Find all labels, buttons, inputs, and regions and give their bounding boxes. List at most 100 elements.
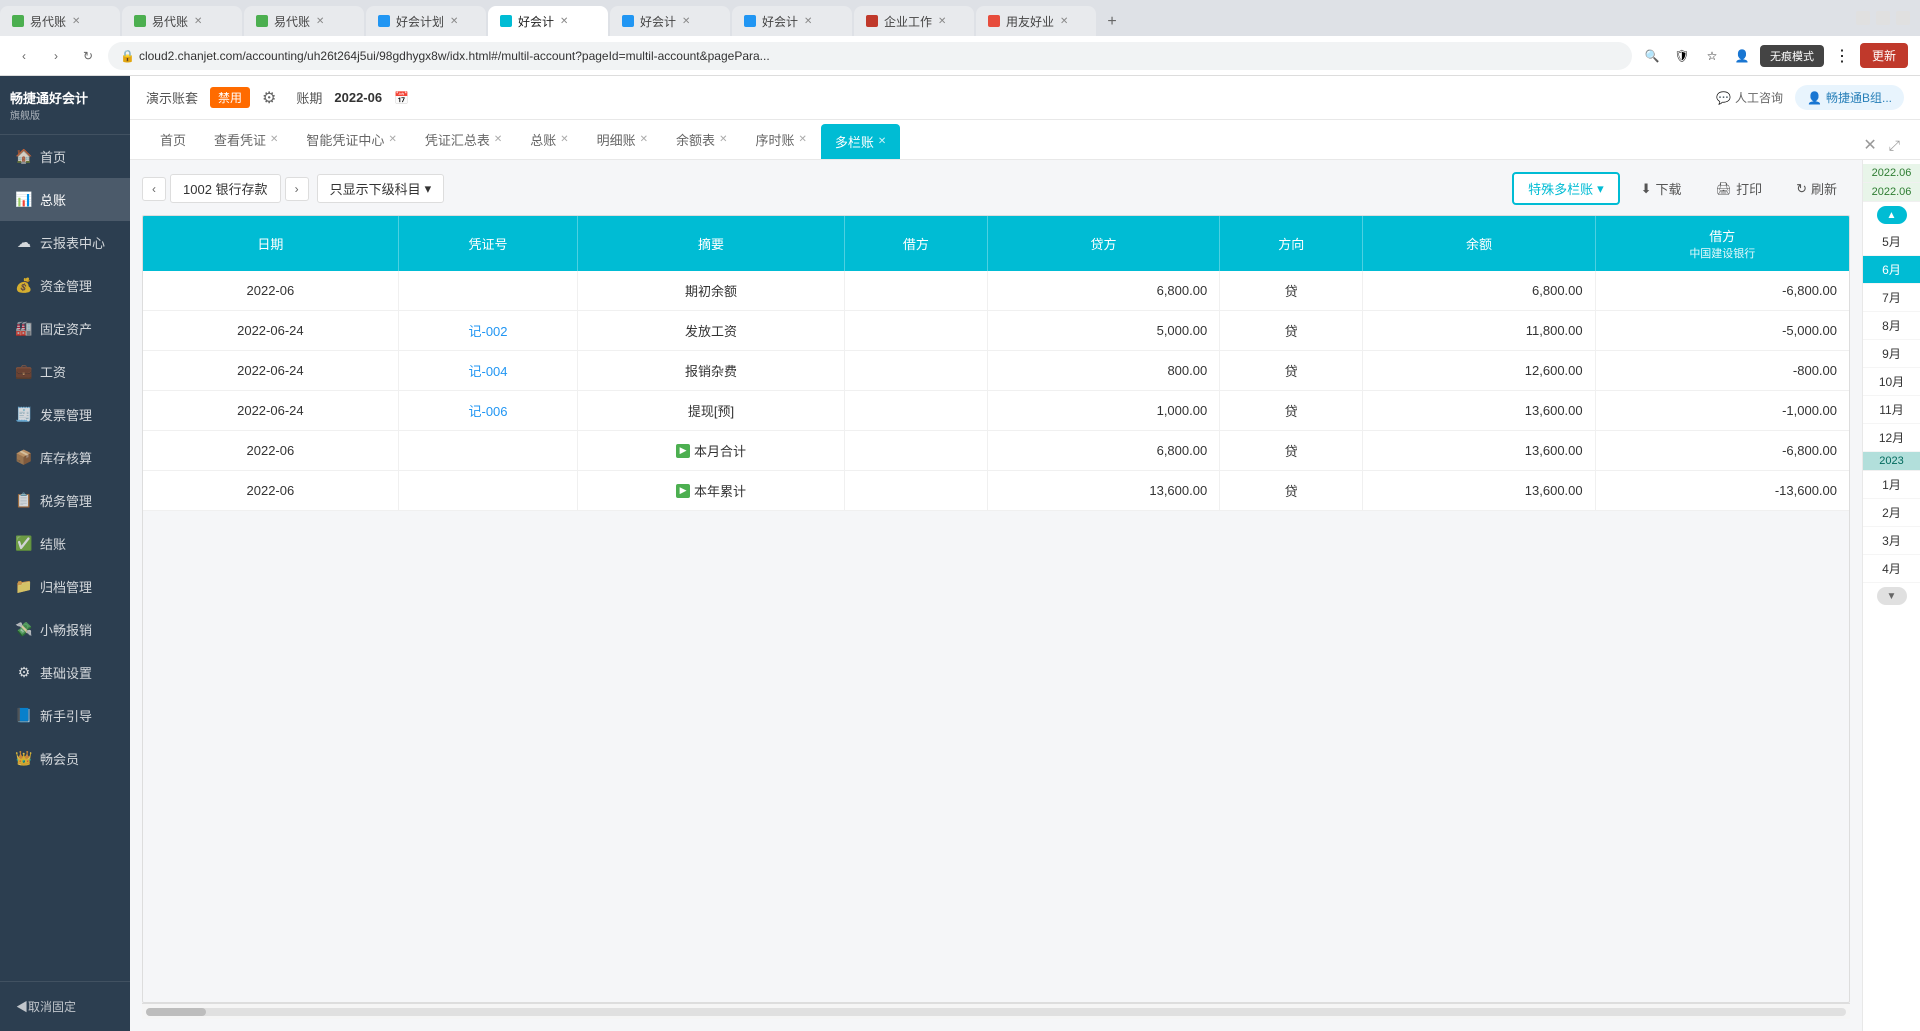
cell-balance-1: 6,800.00: [1363, 271, 1595, 311]
browser-tab-4[interactable]: 好会计划 ✕: [366, 6, 486, 36]
scroll-thumb[interactable]: [146, 1008, 206, 1016]
unpin-button[interactable]: ◀取消固定: [0, 990, 130, 1023]
sub-filter-dropdown[interactable]: 只显示下级科目 ▾: [317, 174, 445, 203]
user-badge[interactable]: 👤 畅捷通B组...: [1795, 85, 1904, 110]
tab-close-6[interactable]: ✕: [682, 16, 690, 27]
new-tab-button[interactable]: +: [1098, 8, 1126, 36]
sidebar-item-inventory[interactable]: 📦 库存核算: [0, 436, 130, 479]
date-scroll-down-button[interactable]: ▼: [1877, 587, 1907, 605]
cell-debit-2: [844, 311, 987, 351]
date-november[interactable]: 11月: [1863, 396, 1920, 424]
date-september[interactable]: 9月: [1863, 340, 1920, 368]
refresh-nav-button[interactable]: ↻: [76, 44, 100, 68]
sidebar-item-tax[interactable]: 📋 税务管理: [0, 479, 130, 522]
tab-close-1[interactable]: ✕: [72, 16, 80, 27]
update-button[interactable]: 更新: [1860, 43, 1908, 68]
maximize-button[interactable]: [1876, 11, 1890, 25]
refresh-button[interactable]: ↻ 刷新: [1783, 173, 1850, 204]
browser-tab-3[interactable]: 易代账 ✕: [244, 6, 364, 36]
date-feb[interactable]: 2月: [1863, 499, 1920, 527]
date-scroll-up-button[interactable]: ▲: [1877, 206, 1907, 224]
incognito-button[interactable]: 无痕模式: [1760, 45, 1824, 67]
forward-button[interactable]: ›: [44, 44, 68, 68]
tab-view-voucher[interactable]: 查看凭证 ✕: [200, 122, 292, 159]
tab-smart-voucher[interactable]: 智能凭证中心 ✕: [292, 122, 410, 159]
date-december[interactable]: 12月: [1863, 424, 1920, 452]
search-browser-button[interactable]: 🔍: [1640, 44, 1664, 68]
tab-view-voucher-close[interactable]: ✕: [270, 134, 278, 145]
date-july[interactable]: 7月: [1863, 284, 1920, 312]
consult-button[interactable]: 💬 人工咨询: [1716, 89, 1783, 106]
tab-collapse-button[interactable]: ✕: [1859, 131, 1880, 159]
close-button[interactable]: [1896, 11, 1910, 25]
sidebar-item-salary[interactable]: 💼 工资: [0, 350, 130, 393]
sidebar-item-archive[interactable]: 📁 归档管理: [0, 565, 130, 608]
minimize-button[interactable]: [1856, 11, 1870, 25]
sidebar-item-member[interactable]: 👑 畅会员: [0, 737, 130, 780]
horizontal-scrollbar[interactable]: [142, 1003, 1850, 1019]
sidebar-item-cloud[interactable]: ☁ 云报表中心: [0, 221, 130, 264]
tab-voucher-summary[interactable]: 凭证汇总表 ✕: [411, 122, 516, 159]
tab-multi-column[interactable]: 多栏账 ✕: [821, 124, 900, 159]
sidebar-item-expense[interactable]: 💸 小畅报销: [0, 608, 130, 651]
back-button[interactable]: ‹: [12, 44, 36, 68]
tab-close-4[interactable]: ✕: [450, 16, 458, 27]
sidebar-item-funds[interactable]: 💰 资金管理: [0, 264, 130, 307]
tab-voucher-summary-close[interactable]: ✕: [494, 134, 502, 145]
voucher-link-3[interactable]: 记-004: [468, 364, 507, 379]
date-june[interactable]: 6月: [1863, 256, 1920, 284]
tab-balance-close[interactable]: ✕: [719, 134, 727, 145]
tab-close-2[interactable]: ✕: [194, 16, 202, 27]
tab-expand-button[interactable]: ⤢: [1885, 133, 1904, 158]
browser-tab-6[interactable]: 好会计 ✕: [610, 6, 730, 36]
date-august[interactable]: 8月: [1863, 312, 1920, 340]
browser-tab-9[interactable]: 用友好业 ✕: [976, 6, 1096, 36]
sidebar-item-invoice[interactable]: 🧾 发票管理: [0, 393, 130, 436]
voucher-link-2[interactable]: 记-002: [468, 324, 507, 339]
bookmark-icon[interactable]: ☆: [1700, 44, 1724, 68]
date-apr[interactable]: 4月: [1863, 555, 1920, 583]
shield-icon[interactable]: 🛡: [1670, 44, 1694, 68]
browser-tab-2[interactable]: 易代账 ✕: [122, 6, 242, 36]
next-account-button[interactable]: ›: [285, 177, 309, 201]
browser-tab-8[interactable]: 企业工作 ✕: [854, 6, 974, 36]
browser-tab-7[interactable]: 好会计 ✕: [732, 6, 852, 36]
tab-general-ledger-close[interactable]: ✕: [560, 134, 568, 145]
tab-multi-column-close[interactable]: ✕: [878, 136, 886, 147]
settings-icon[interactable]: ⚙: [262, 88, 276, 108]
prev-account-button[interactable]: ‹: [142, 177, 166, 201]
tab-close-7[interactable]: ✕: [804, 16, 812, 27]
tab-sequence-close[interactable]: ✕: [798, 134, 806, 145]
tab-close-8[interactable]: ✕: [938, 16, 946, 27]
tab-detail-ledger[interactable]: 明细账 ✕: [583, 122, 662, 159]
tab-close-5[interactable]: ✕: [560, 16, 568, 27]
tab-home[interactable]: 首页: [146, 122, 200, 159]
browser-tab-1[interactable]: 易代账 ✕: [0, 6, 120, 36]
sidebar-item-ledger[interactable]: 📊 总账: [0, 178, 130, 221]
date-jan[interactable]: 1月: [1863, 471, 1920, 499]
sidebar-item-guide[interactable]: 📘 新手引导: [0, 694, 130, 737]
date-october[interactable]: 10月: [1863, 368, 1920, 396]
date-mar[interactable]: 3月: [1863, 527, 1920, 555]
url-bar[interactable]: 🔒 cloud2.chanjet.com/accounting/uh26t264…: [108, 42, 1632, 70]
sidebar-item-home[interactable]: 🏠 首页: [0, 135, 130, 178]
sidebar-item-close[interactable]: ✅ 结账: [0, 522, 130, 565]
sidebar-item-assets[interactable]: 🏭 固定资产: [0, 307, 130, 350]
tab-general-ledger[interactable]: 总账 ✕: [516, 122, 582, 159]
sidebar-item-settings[interactable]: ⚙ 基础设置: [0, 651, 130, 694]
date-may[interactable]: 5月: [1863, 228, 1920, 256]
tab-detail-ledger-close[interactable]: ✕: [640, 134, 648, 145]
tab-close-9[interactable]: ✕: [1060, 16, 1068, 27]
browser-tab-5[interactable]: 好会计 ✕: [488, 6, 608, 36]
browser-menu-button[interactable]: ⋮: [1830, 44, 1854, 68]
voucher-link-4[interactable]: 记-006: [468, 404, 507, 419]
profile-icon[interactable]: 👤: [1730, 44, 1754, 68]
special-multicolumn-button[interactable]: 特殊多栏账 ▾: [1512, 172, 1620, 205]
calendar-icon[interactable]: 📅: [394, 91, 409, 105]
tab-smart-voucher-close[interactable]: ✕: [388, 134, 396, 145]
tab-sequence[interactable]: 序时账 ✕: [741, 122, 820, 159]
tab-close-3[interactable]: ✕: [316, 16, 324, 27]
print-button[interactable]: 🖨 打印: [1703, 173, 1776, 204]
tab-balance[interactable]: 余额表 ✕: [662, 122, 741, 159]
download-button[interactable]: ⬇ 下载: [1628, 173, 1695, 204]
